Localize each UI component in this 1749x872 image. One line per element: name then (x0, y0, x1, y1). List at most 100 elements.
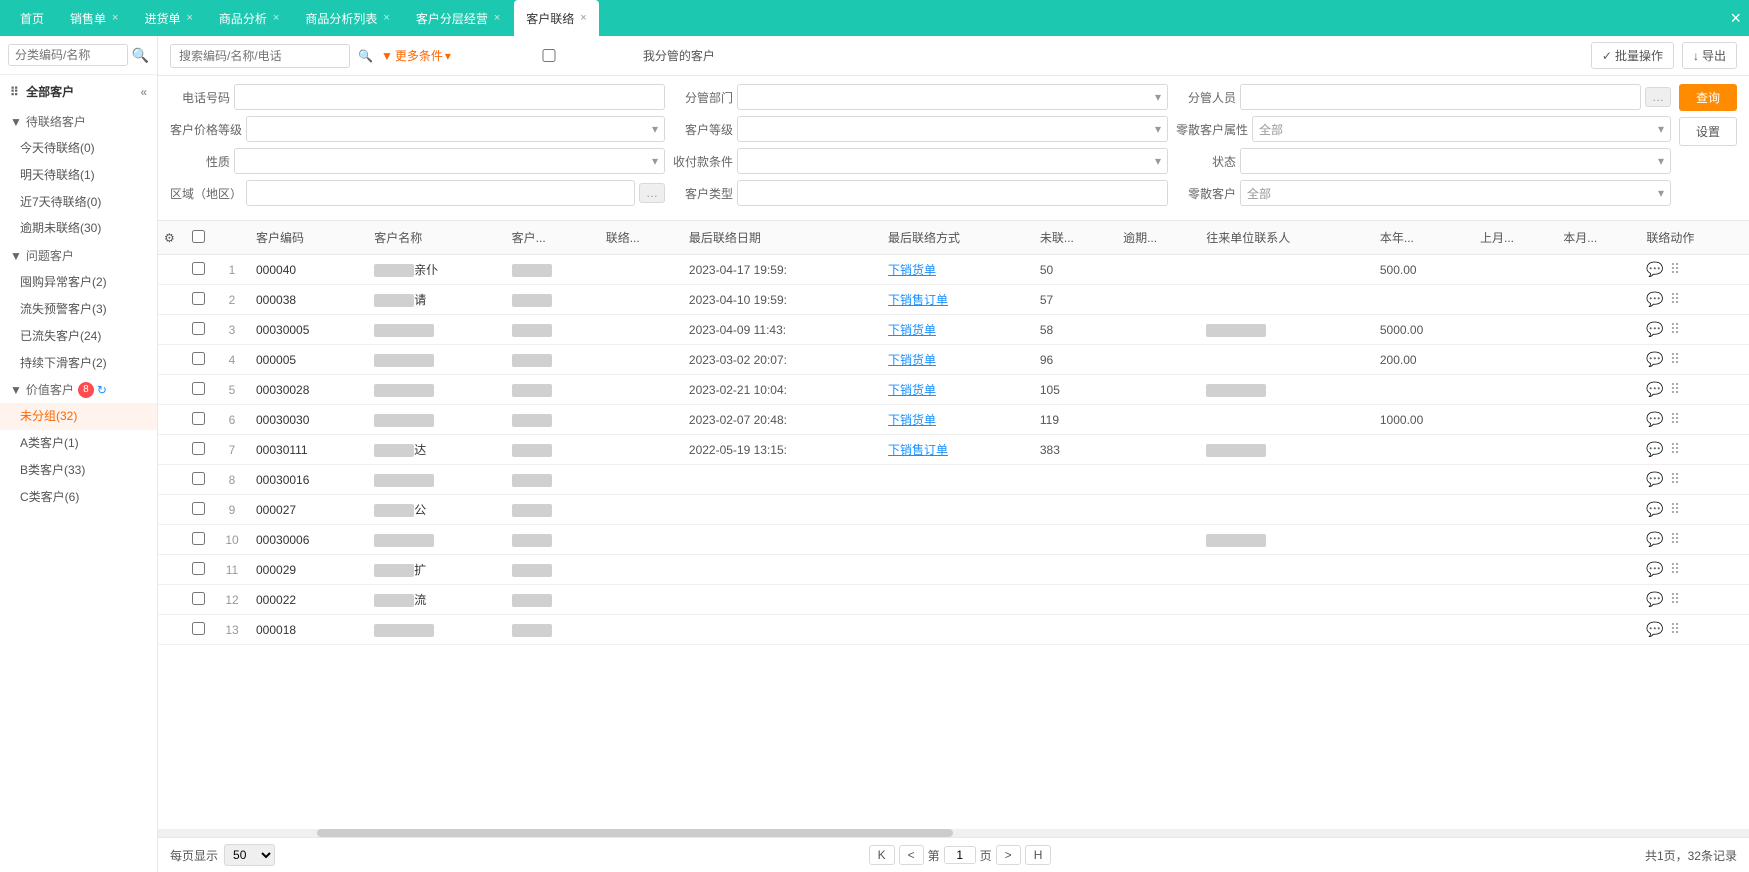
more-action-icon[interactable]: ⠿ (1670, 501, 1680, 518)
phone-action-icon[interactable]: 💬 (1646, 471, 1663, 488)
last-contact-method-cell[interactable]: 下销售订单 (882, 285, 1034, 315)
last-page-button[interactable]: H (1025, 845, 1052, 865)
row-checkbox[interactable] (192, 292, 205, 305)
tab-customer-contact-close[interactable]: × (580, 12, 586, 24)
phone-input[interactable] (234, 84, 665, 110)
sidebar-item-churn-warning[interactable]: 流失预警客户(3) (0, 296, 157, 323)
phone-action-icon[interactable]: 💬 (1646, 261, 1663, 278)
prev-page-button[interactable]: < (899, 845, 924, 865)
last-contact-method-cell[interactable] (882, 615, 1034, 645)
row-checkbox[interactable] (192, 532, 205, 545)
sidebar-item-ungroup[interactable]: 未分组(32) (0, 403, 157, 430)
search-input[interactable] (170, 44, 350, 68)
this-year-col-header[interactable]: 本年... (1374, 221, 1474, 255)
retail-attr-select[interactable]: 全部 ▾ (1252, 116, 1671, 142)
sidebar-item-class-b[interactable]: B类客户(33) (0, 457, 157, 484)
more-conditions-button[interactable]: ▼ 更多条件 ▾ (381, 47, 451, 64)
row-checkbox[interactable] (192, 412, 205, 425)
more-action-icon[interactable]: ⠿ (1670, 291, 1680, 308)
row-checkbox[interactable] (192, 502, 205, 515)
phone-action-icon[interactable]: 💬 (1646, 351, 1663, 368)
phone-action-icon[interactable]: 💬 (1646, 381, 1663, 398)
last-contact-method-cell[interactable]: 下销售订单 (882, 435, 1034, 465)
tab-purchase[interactable]: 进货单 × (132, 0, 204, 36)
tab-customer-contact[interactable]: 客户联络 × (514, 0, 598, 36)
more-action-icon[interactable]: ⠿ (1670, 261, 1680, 278)
more-action-icon[interactable]: ⠿ (1670, 561, 1680, 578)
row-checkbox[interactable] (192, 562, 205, 575)
next-page-button[interactable]: > (996, 845, 1021, 865)
contact-method-link[interactable]: 下销货单 (888, 263, 936, 277)
horizontal-scrollbar[interactable] (158, 829, 1749, 837)
this-month-col-header[interactable]: 本月... (1557, 221, 1640, 255)
more-action-icon[interactable]: ⠿ (1670, 531, 1680, 548)
contact-method-link[interactable]: 下销货单 (888, 323, 936, 337)
region-input[interactable] (246, 180, 635, 206)
last-contact-date-col-header[interactable]: 最后联络日期 (683, 221, 882, 255)
sidebar-item-hoard-abnormal[interactable]: 囤购异常客户(2) (0, 269, 157, 296)
settings-col-header[interactable]: ⚙ (158, 221, 186, 255)
last-contact-method-cell[interactable] (882, 585, 1034, 615)
last-contact-method-cell[interactable] (882, 555, 1034, 585)
phone-action-icon[interactable]: 💬 (1646, 561, 1663, 578)
more-action-icon[interactable]: ⠿ (1670, 411, 1680, 428)
nature-select[interactable]: ▾ (234, 148, 665, 174)
last-contact-method-cell[interactable] (882, 495, 1034, 525)
sidebar-item-class-c[interactable]: C类客户(6) (0, 484, 157, 511)
tab-product-analysis-close[interactable]: × (273, 12, 279, 24)
not-contacted-col-header[interactable]: 未联... (1034, 221, 1117, 255)
tab-product-analysis[interactable]: 商品分析 × (207, 0, 291, 36)
contact-method-link[interactable]: 下销货单 (888, 413, 936, 427)
sidebar-group-pending[interactable]: ▼ 待联络客户 (0, 108, 157, 135)
check-cell[interactable] (186, 315, 214, 345)
price-level-select[interactable]: ▾ (246, 116, 665, 142)
sidebar-search-icon[interactable]: 🔍 (132, 47, 149, 64)
check-cell[interactable] (186, 585, 214, 615)
check-cell[interactable] (186, 375, 214, 405)
row-checkbox[interactable] (192, 382, 205, 395)
type-col-header[interactable]: 客户... (506, 221, 600, 255)
check-cell[interactable] (186, 615, 214, 645)
sidebar-item-class-a[interactable]: A类客户(1) (0, 430, 157, 457)
last-contact-method-cell[interactable]: 下销货单 (882, 375, 1034, 405)
customer-type-select[interactable] (737, 180, 1168, 206)
tab-purchase-close[interactable]: × (186, 12, 192, 24)
check-cell[interactable] (186, 405, 214, 435)
status-select[interactable]: ▾ (1240, 148, 1671, 174)
name-col-header[interactable]: 客户名称 (368, 221, 505, 255)
tab-home[interactable]: 首页 (8, 0, 56, 36)
my-customers-checkbox-label[interactable]: 我分管的客户 (459, 47, 715, 64)
contact-col-header[interactable]: 联络... (600, 221, 683, 255)
customer-level-select[interactable]: ▾ (737, 116, 1168, 142)
sidebar-item-overdue-pending[interactable]: 逾期未联络(30) (0, 215, 157, 242)
contact-method-link[interactable]: 下销货单 (888, 383, 936, 397)
contact-method-link[interactable]: 下销售订单 (888, 293, 948, 307)
sidebar-all-customers[interactable]: ⠿ 全部客户 « (0, 75, 157, 108)
region-more-button[interactable]: … (639, 183, 665, 203)
manager-more-button[interactable]: … (1645, 87, 1671, 107)
payment-terms-select[interactable]: ▾ (737, 148, 1168, 174)
tab-sales-close[interactable]: × (112, 12, 118, 24)
page-input[interactable] (944, 846, 976, 864)
unit-contact-col-header[interactable]: 往来单位联系人 (1200, 221, 1374, 255)
retail-customer-select[interactable]: 全部 ▾ (1240, 180, 1671, 206)
query-button[interactable]: 查询 (1679, 84, 1737, 111)
last-contact-method-cell[interactable]: 下销货单 (882, 315, 1034, 345)
tab-customer-segment[interactable]: 客户分层经营 × (404, 0, 512, 36)
export-button[interactable]: ↓ 导出 (1682, 42, 1737, 69)
sidebar-group-problem[interactable]: ▼ 问题客户 (0, 242, 157, 269)
check-all-header[interactable] (186, 221, 214, 255)
close-all-button[interactable]: × (1730, 8, 1741, 29)
last-contact-method-cell[interactable]: 下销货单 (882, 345, 1034, 375)
check-cell[interactable] (186, 435, 214, 465)
last-contact-method-cell[interactable] (882, 525, 1034, 555)
check-all-checkbox[interactable] (192, 230, 205, 243)
row-checkbox[interactable] (192, 322, 205, 335)
tab-product-analysis-list[interactable]: 商品分析列表 × (293, 0, 401, 36)
first-page-button[interactable]: K (869, 845, 895, 865)
row-checkbox[interactable] (192, 442, 205, 455)
reset-button[interactable]: 设置 (1679, 117, 1737, 146)
row-checkbox[interactable] (192, 472, 205, 485)
check-cell[interactable] (186, 525, 214, 555)
sidebar-item-7day-pending[interactable]: 近7天待联络(0) (0, 189, 157, 216)
